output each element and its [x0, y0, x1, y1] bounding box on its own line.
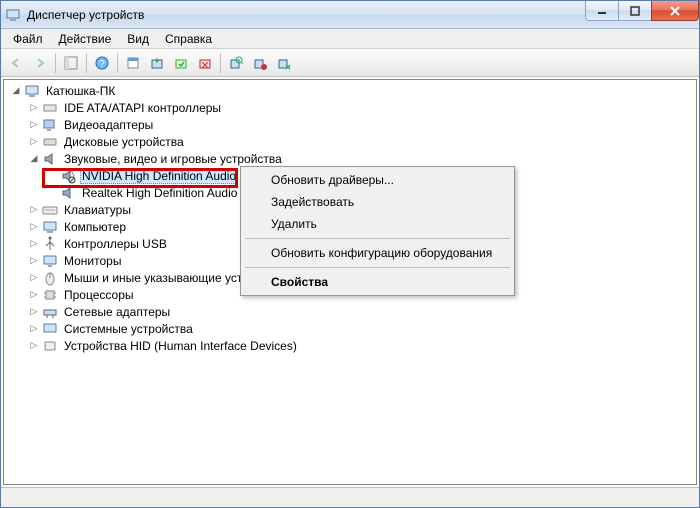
nav-forward-button[interactable]	[29, 52, 51, 74]
hid-icon	[42, 338, 58, 354]
tree-node-label: Компьютер	[62, 219, 128, 235]
toolbar-show-hide-tree-button[interactable]	[60, 52, 82, 74]
disk-icon	[42, 134, 58, 150]
tree-node-label: NVIDIA High Definition Audio	[80, 168, 238, 184]
tree-node-label: Видеоадаптеры	[62, 117, 155, 133]
network-icon	[42, 304, 58, 320]
tree-node-label: Мониторы	[62, 253, 123, 269]
device-category-icon	[42, 100, 58, 116]
expander-icon[interactable]: ▷	[28, 204, 40, 216]
monitor-icon	[42, 253, 58, 269]
context-enable[interactable]: Задействовать	[243, 191, 512, 213]
minimize-button[interactable]	[585, 1, 619, 21]
expander-icon[interactable]: ▷	[28, 221, 40, 233]
statusbar	[1, 487, 699, 507]
close-button[interactable]	[651, 1, 699, 21]
tree-node-label: Клавиатуры	[62, 202, 133, 218]
display-adapter-icon	[42, 117, 58, 133]
menu-help[interactable]: Справка	[157, 30, 220, 48]
sound-icon	[42, 151, 58, 167]
tree-node-label: Звуковые, видео и игровые устройства	[62, 151, 284, 167]
toolbar-uninstall-button[interactable]	[194, 52, 216, 74]
toolbar-separator	[117, 53, 118, 73]
maximize-button[interactable]	[618, 1, 652, 21]
context-properties[interactable]: Свойства	[243, 271, 512, 293]
expander-icon[interactable]: ▷	[28, 119, 40, 131]
toolbar-add-legacy-button[interactable]	[249, 52, 271, 74]
toolbar-separator	[86, 53, 87, 73]
tree-node-ide[interactable]: ▷ IDE ATA/ATAPI контроллеры	[6, 99, 696, 116]
toolbar-remove-button[interactable]	[273, 52, 295, 74]
toolbar-separator	[220, 53, 221, 73]
tree-node-label: Устройства HID (Human Interface Devices)	[62, 338, 299, 354]
expander-icon[interactable]: ▷	[28, 136, 40, 148]
toolbar-separator	[55, 53, 56, 73]
usb-icon	[42, 236, 58, 252]
tree-node-label: Дисковые устройства	[62, 134, 186, 150]
device-manager-window: Диспетчер устройств Файл Действие Вид Сп…	[0, 0, 700, 508]
expander-icon[interactable]: ▷	[28, 238, 40, 250]
toolbar-scan-hardware-button[interactable]	[225, 52, 247, 74]
speaker-icon	[60, 185, 76, 201]
context-separator	[245, 238, 510, 239]
tree-node-label: Катюшка-ПК	[44, 83, 117, 99]
computer-icon	[24, 83, 40, 99]
expander-icon[interactable]: ▷	[28, 255, 40, 267]
toolbar-update-driver-button[interactable]	[146, 52, 168, 74]
cpu-icon	[42, 287, 58, 303]
tree-node-display[interactable]: ▷ Видеоадаптеры	[6, 116, 696, 133]
tree-root-node[interactable]: ◢ Катюшка-ПК	[6, 82, 696, 99]
tree-node-system[interactable]: ▷ Системные устройства	[6, 320, 696, 337]
tree-node-disk[interactable]: ▷ Дисковые устройства	[6, 133, 696, 150]
tree-node-label: Realtek High Definition Audio	[80, 185, 239, 201]
toolbar-enable-button[interactable]	[170, 52, 192, 74]
tree-node-hid[interactable]: ▷ Устройства HID (Human Interface Device…	[6, 337, 696, 354]
window-title: Диспетчер устройств	[27, 8, 144, 22]
nav-back-button[interactable]	[5, 52, 27, 74]
tree-node-sound[interactable]: ◢ Звуковые, видео и игровые устройства	[6, 150, 696, 167]
tree-node-label: Процессоры	[62, 287, 136, 303]
svg-text:?: ?	[99, 59, 105, 70]
expander-icon[interactable]: ▷	[28, 306, 40, 318]
menu-action[interactable]: Действие	[51, 30, 120, 48]
expander-icon[interactable]: ▷	[28, 340, 40, 352]
titlebar: Диспетчер устройств	[1, 1, 699, 29]
speaker-icon	[60, 168, 76, 184]
context-delete[interactable]: Удалить	[243, 213, 512, 235]
menu-file[interactable]: Файл	[5, 30, 51, 48]
toolbar: ?	[1, 49, 699, 77]
expander-icon[interactable]: ◢	[10, 85, 22, 97]
context-update-drivers[interactable]: Обновить драйверы...	[243, 169, 512, 191]
toolbar-properties-button[interactable]	[122, 52, 144, 74]
window-controls	[586, 1, 699, 21]
expander-icon[interactable]: ▷	[28, 289, 40, 301]
toolbar-help-button[interactable]: ?	[91, 52, 113, 74]
context-separator	[245, 267, 510, 268]
tree-node-label: IDE ATA/ATAPI контроллеры	[62, 100, 223, 116]
computer-icon	[42, 219, 58, 235]
expander-icon[interactable]: ▷	[28, 272, 40, 284]
tree-node-network[interactable]: ▷ Сетевые адаптеры	[6, 303, 696, 320]
menu-view[interactable]: Вид	[119, 30, 157, 48]
expander-icon[interactable]: ▷	[28, 323, 40, 335]
context-scan-hardware[interactable]: Обновить конфигурацию оборудования	[243, 242, 512, 264]
keyboard-icon	[42, 202, 58, 218]
tree-node-label: Сетевые адаптеры	[62, 304, 172, 320]
app-icon	[5, 7, 21, 23]
mouse-icon	[42, 270, 58, 286]
expander-icon[interactable]: ▷	[28, 102, 40, 114]
tree-node-label: Системные устройства	[62, 321, 195, 337]
context-menu: Обновить драйверы... Задействовать Удали…	[240, 166, 515, 296]
system-device-icon	[42, 321, 58, 337]
device-tree-panel: ◢ Катюшка-ПК ▷ IDE ATA/ATAPI контроллеры…	[3, 79, 697, 485]
menubar: Файл Действие Вид Справка	[1, 29, 699, 49]
tree-node-label: Контроллеры USB	[62, 236, 169, 252]
expander-icon[interactable]: ◢	[28, 153, 40, 165]
